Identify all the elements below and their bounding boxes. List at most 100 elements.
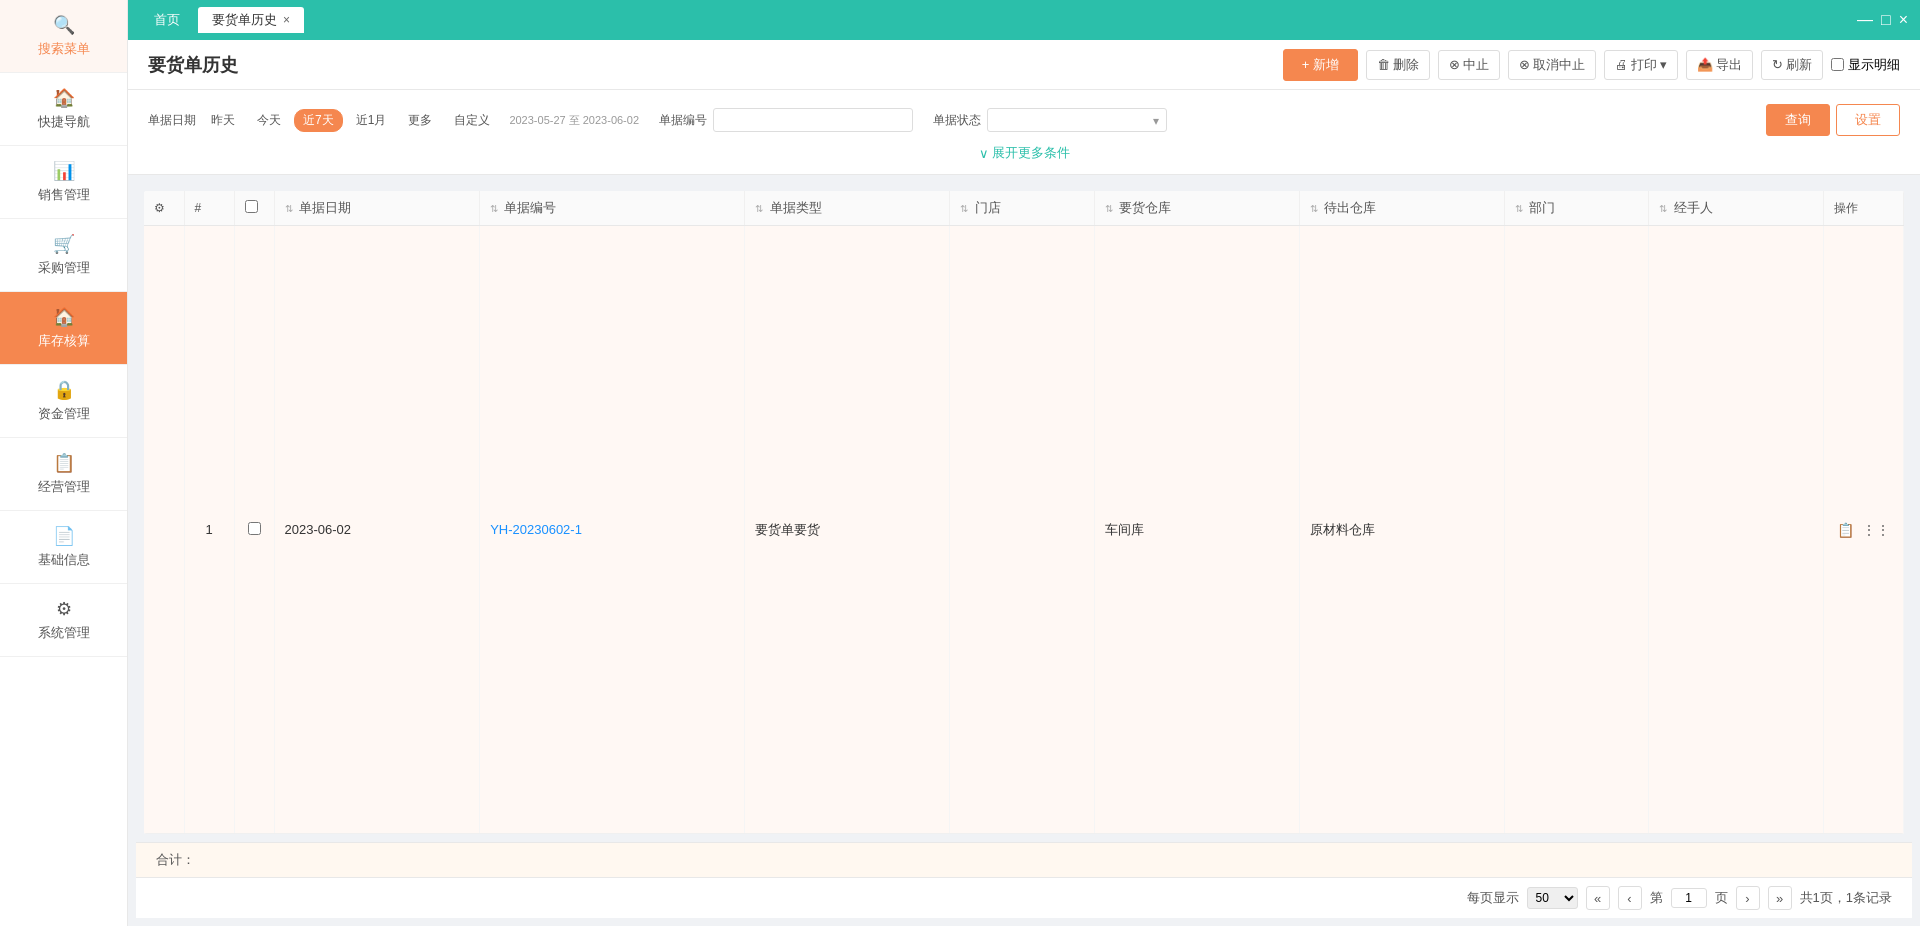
row-req-warehouse-cell: 车间库 xyxy=(1094,226,1299,834)
select-all-checkbox[interactable] xyxy=(245,200,258,213)
per-page-select[interactable]: 50 10 20 100 xyxy=(1527,887,1578,909)
display-detail-checkbox-wrapper[interactable]: 显示明细 xyxy=(1831,56,1900,74)
delete-button[interactable]: 🗑 删除 xyxy=(1366,50,1430,80)
sidebar-item-quick-nav[interactable]: 🏠 快捷导航 xyxy=(0,73,127,146)
expand-filter-button[interactable]: ∨ 展开更多条件 xyxy=(979,144,1070,162)
date-btn-7days[interactable]: 近7天 xyxy=(294,109,343,132)
order-no-input[interactable] xyxy=(713,108,913,132)
date-btn-yesterday[interactable]: 昨天 xyxy=(202,109,244,132)
col-handler: 经手人 xyxy=(1649,191,1824,226)
system-icon: ⚙ xyxy=(56,598,72,620)
table-header: ⚙ # 单据日期 单据编号 xyxy=(144,191,1904,226)
tab-requisition-label: 要货单历史 xyxy=(212,11,277,29)
col-actions: 操作 xyxy=(1824,191,1904,226)
sidebar-item-label: 经营管理 xyxy=(38,478,90,496)
sidebar-item-system-mgmt[interactable]: ⚙ 系统管理 xyxy=(0,584,127,657)
sidebar-item-sales-mgmt[interactable]: 📊 销售管理 xyxy=(0,146,127,219)
content-area: 要货单历史 + 新增 🗑 删除 ⊗ 中止 ⊗ 取消中止 🖨 打印 xyxy=(128,40,1920,926)
search-button[interactable]: 查询 xyxy=(1766,104,1830,136)
sidebar-item-purchase-mgmt[interactable]: 🛒 采购管理 xyxy=(0,219,127,292)
date-btn-more[interactable]: 更多 xyxy=(399,109,441,132)
row-order-no-link[interactable]: YH-20230602-1 xyxy=(490,522,582,537)
row-more-icon[interactable]: ⋮⋮ xyxy=(1862,522,1890,538)
search-menu-icon: 🔍 xyxy=(53,14,75,36)
settings-button[interactable]: 设置 xyxy=(1836,104,1900,136)
finance-icon: 🔒 xyxy=(53,379,75,401)
window-minimize-icon[interactable]: — xyxy=(1857,11,1873,29)
refresh-button[interactable]: ↻ 刷新 xyxy=(1761,50,1823,80)
col-check xyxy=(234,191,274,226)
col-pending-warehouse: 待出仓库 xyxy=(1299,191,1504,226)
sales-icon: 📊 xyxy=(53,160,75,182)
date-filter-label: 单据日期 xyxy=(148,112,196,129)
date-btn-today[interactable]: 今天 xyxy=(248,109,290,132)
row-view-icon[interactable]: 📋 xyxy=(1837,522,1854,538)
date-buttons: 昨天 今天 近7天 近1月 更多 自定义 xyxy=(202,109,499,132)
sidebar-item-label: 销售管理 xyxy=(38,186,90,204)
main-area: 首页 要货单历史 × — □ × 要货单历史 + 新增 🗑 删除 ⊗ xyxy=(128,0,1920,926)
sort-dept-icon xyxy=(1515,200,1526,215)
tab-requisition-history[interactable]: 要货单历史 × xyxy=(198,7,304,33)
row-settings-cell xyxy=(144,226,184,834)
sidebar-item-inventory[interactable]: 🏠 库存核算 xyxy=(0,292,127,365)
page-suffix: 页 xyxy=(1715,889,1728,907)
order-no-filter-group: 单据编号 xyxy=(659,108,913,132)
sidebar-item-label: 采购管理 xyxy=(38,259,90,277)
sort-store-icon xyxy=(960,200,971,215)
window-close-icon[interactable]: × xyxy=(1899,11,1908,29)
status-select[interactable] xyxy=(987,108,1167,132)
col-req-warehouse: 要货仓库 xyxy=(1094,191,1299,226)
tab-home[interactable]: 首页 xyxy=(140,7,194,33)
sort-date-icon xyxy=(285,200,296,215)
expand-label: 展开更多条件 xyxy=(992,144,1070,162)
page-title: 要货单历史 xyxy=(148,53,238,77)
prev-page-btn[interactable]: ‹ xyxy=(1618,886,1642,910)
new-button[interactable]: + 新增 xyxy=(1283,49,1358,81)
sidebar-item-finance-mgmt[interactable]: 🔒 资金管理 xyxy=(0,365,127,438)
print-button[interactable]: 🖨 打印 ▾ xyxy=(1604,50,1678,80)
sidebar-item-operations-mgmt[interactable]: 📋 经营管理 xyxy=(0,438,127,511)
page-actions: + 新增 🗑 删除 ⊗ 中止 ⊗ 取消中止 🖨 打印 ▾ xyxy=(1283,49,1900,81)
export-button[interactable]: 📤 导出 xyxy=(1686,50,1753,80)
sidebar-item-label: 资金管理 xyxy=(38,405,90,423)
delete-icon: 🗑 xyxy=(1377,57,1390,72)
sidebar-item-label: 系统管理 xyxy=(38,624,90,642)
sidebar-item-basic-info[interactable]: 📄 基础信息 xyxy=(0,511,127,584)
display-detail-checkbox[interactable] xyxy=(1831,58,1844,71)
row-order-type-cell: 要货单要货 xyxy=(745,226,950,834)
display-detail-label: 显示明细 xyxy=(1848,56,1900,74)
table-body: 1 2023-06-02 YH-20230602-1 xyxy=(144,226,1904,834)
sidebar-item-label: 库存核算 xyxy=(38,332,90,350)
page-number-input[interactable] xyxy=(1671,888,1707,908)
basic-info-icon: 📄 xyxy=(53,525,75,547)
date-btn-custom[interactable]: 自定义 xyxy=(445,109,499,132)
row-num-cell: 1 xyxy=(184,226,234,834)
sort-req-wh-icon xyxy=(1105,200,1116,215)
date-btn-1month[interactable]: 近1月 xyxy=(347,109,396,132)
col-store: 门店 xyxy=(950,191,1094,226)
tab-close-icon[interactable]: × xyxy=(283,13,290,27)
row-handler-cell xyxy=(1649,226,1824,834)
last-page-btn[interactable]: » xyxy=(1768,886,1792,910)
next-page-btn[interactable]: › xyxy=(1736,886,1760,910)
stop-button[interactable]: ⊗ 中止 xyxy=(1438,50,1500,80)
sort-order-no-icon xyxy=(490,200,501,215)
print-dropdown-icon: ▾ xyxy=(1660,57,1667,72)
cancel-stop-icon: ⊗ xyxy=(1519,57,1530,72)
window-maximize-icon[interactable]: □ xyxy=(1881,11,1891,29)
col-settings[interactable]: ⚙ xyxy=(144,191,184,226)
sidebar-item-search-menu[interactable]: 🔍 搜索菜单 xyxy=(0,0,127,73)
pagination: 每页显示 50 10 20 100 « ‹ 第 页 › xyxy=(136,877,1912,918)
sidebar-item-label: 基础信息 xyxy=(38,551,90,569)
per-page-label: 每页显示 xyxy=(1467,889,1519,907)
table-section: ⚙ # 单据日期 单据编号 xyxy=(136,183,1912,918)
first-page-btn[interactable]: « xyxy=(1586,886,1610,910)
purchase-icon: 🛒 xyxy=(53,233,75,255)
operations-icon: 📋 xyxy=(53,452,75,474)
order-no-label: 单据编号 xyxy=(659,112,707,129)
row-checkbox[interactable] xyxy=(248,522,261,535)
sidebar-item-label: 快捷导航 xyxy=(38,113,90,131)
cancel-stop-button[interactable]: ⊗ 取消中止 xyxy=(1508,50,1596,80)
row-actions-cell: 📋 ⋮⋮ xyxy=(1824,226,1904,834)
sidebar-item-label: 搜索菜单 xyxy=(38,40,90,58)
